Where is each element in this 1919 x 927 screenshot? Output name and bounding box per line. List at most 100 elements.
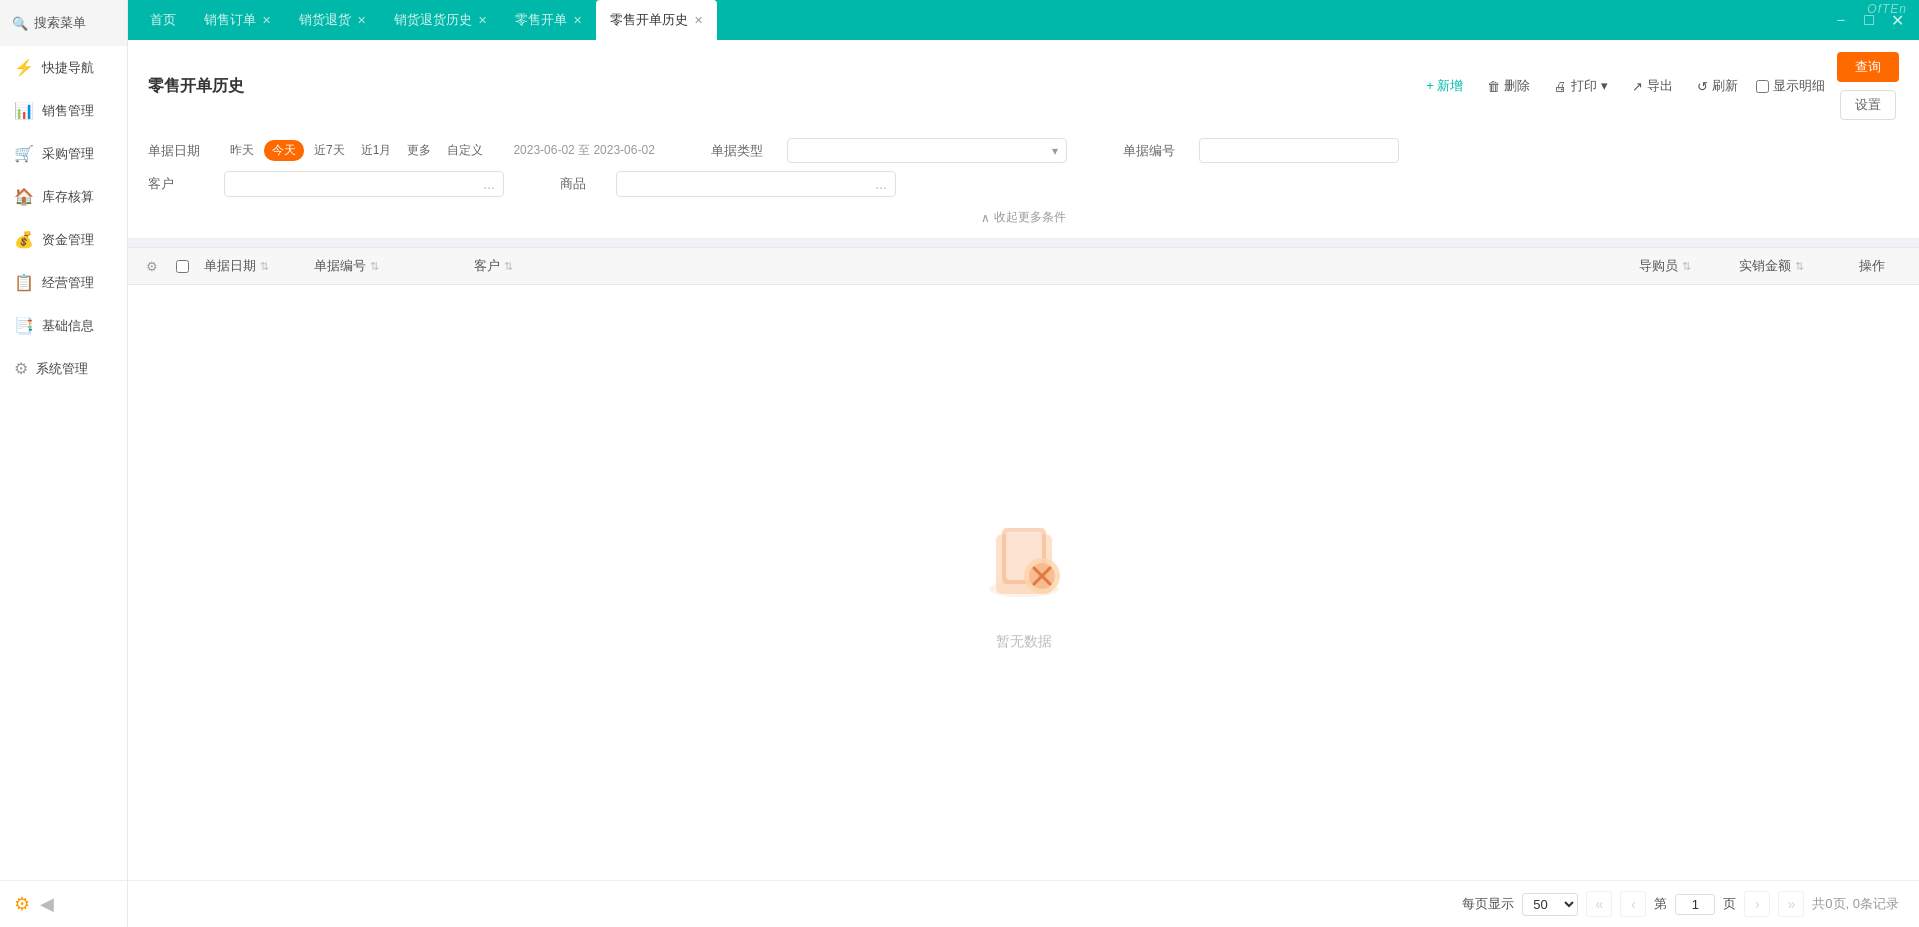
show-detail-checkbox[interactable]: 显示明细 — [1756, 77, 1825, 95]
tab-sales-return-history-close[interactable]: ✕ — [478, 14, 487, 27]
sidebar-item-label: 基础信息 — [42, 317, 94, 335]
tab-sales-return-close[interactable]: ✕ — [357, 14, 366, 27]
search-icon: 🔍 — [12, 16, 28, 31]
sidebar: 🔍 搜索菜单 ⚡ 快捷导航 📊 销售管理 🛒 采购管理 🏠 库存核算 💰 资金管… — [0, 0, 128, 927]
setting-button[interactable]: 设置 — [1840, 90, 1896, 120]
sidebar-collapse-icon[interactable]: ◀ — [40, 893, 54, 915]
refresh-icon: ↺ — [1697, 79, 1708, 94]
next-page-button[interactable]: › — [1744, 891, 1770, 917]
finance-icon: 💰 — [14, 230, 34, 249]
first-page-button[interactable]: « — [1586, 891, 1612, 917]
th-customer-sort-icon: ⇅ — [504, 260, 513, 273]
sidebar-item-sys-mgmt[interactable]: ⚙ 系统管理 — [0, 347, 127, 390]
customer-dots-button[interactable]: ... — [483, 176, 495, 192]
doc-no-field[interactable] — [1208, 143, 1390, 158]
query-button[interactable]: 查询 — [1837, 52, 1899, 82]
sidebar-item-purchase-mgmt[interactable]: 🛒 采购管理 — [0, 132, 127, 175]
print-icon: 🖨 — [1554, 79, 1567, 94]
date-btn-7days[interactable]: 近7天 — [308, 140, 351, 161]
th-amount[interactable]: 实销金额 ⇅ — [1731, 257, 1851, 275]
current-page-input[interactable] — [1675, 894, 1715, 915]
doc-no-label: 单据编号 — [1123, 142, 1183, 160]
date-btn-1month[interactable]: 近1月 — [355, 140, 398, 161]
sidebar-item-finance[interactable]: 💰 资金管理 — [0, 218, 127, 261]
product-dots-button[interactable]: ... — [875, 176, 887, 192]
th-salesman[interactable]: 导购员 ⇅ — [1631, 257, 1731, 275]
prev-page-button[interactable]: ‹ — [1620, 891, 1646, 917]
quick-nav-icon: ⚡ — [14, 58, 34, 77]
show-detail-label: 显示明细 — [1773, 77, 1825, 95]
product-input[interactable]: ... — [616, 171, 896, 197]
tab-sales-order-close[interactable]: ✕ — [262, 14, 271, 27]
show-detail-input[interactable] — [1756, 80, 1769, 93]
date-btn-yesterday[interactable]: 昨天 — [224, 140, 260, 161]
sys-mgmt-icon: ⚙ — [14, 359, 28, 378]
th-date-label: 单据日期 — [204, 257, 256, 275]
brand-label: OfTEn — [1867, 2, 1907, 16]
refresh-button[interactable]: ↺ 刷新 — [1691, 73, 1744, 99]
tab-retail-history-label: 零售开单历史 — [610, 11, 688, 29]
tab-sales-return[interactable]: 销货退货 ✕ — [285, 0, 380, 40]
sidebar-item-sales-mgmt[interactable]: 📊 销售管理 — [0, 89, 127, 132]
sidebar-item-quick-nav[interactable]: ⚡ 快捷导航 — [0, 46, 127, 89]
customer-input[interactable]: ... — [224, 171, 504, 197]
th-date[interactable]: 单据日期 ⇅ — [196, 257, 306, 275]
customer-field[interactable] — [233, 177, 483, 192]
tab-sales-order-label: 销售订单 — [204, 11, 256, 29]
table-checkbox-all[interactable] — [168, 260, 196, 273]
export-icon: ↗ — [1632, 79, 1643, 94]
minimize-button[interactable]: － — [1831, 10, 1851, 30]
th-salesman-sort-icon: ⇅ — [1682, 260, 1691, 273]
sidebar-item-business[interactable]: 📋 经营管理 — [0, 261, 127, 304]
total-info: 共0页, 0条记录 — [1812, 895, 1899, 913]
tab-retail-history[interactable]: 零售开单历史 ✕ — [596, 0, 717, 40]
tab-retail-open[interactable]: 零售开单 ✕ — [501, 0, 596, 40]
last-page-button[interactable]: » — [1778, 891, 1804, 917]
add-button[interactable]: + 新增 — [1420, 73, 1469, 99]
top-nav: 首页 销售订单 ✕ 销货退货 ✕ 销货退货历史 ✕ 零售开单 ✕ 零售开单历史 … — [128, 0, 1919, 40]
tab-retail-history-close[interactable]: ✕ — [694, 14, 703, 27]
date-range-text: 2023-06-02 至 2023-06-02 — [513, 142, 654, 159]
product-label: 商品 — [560, 175, 600, 193]
product-field[interactable] — [625, 177, 875, 192]
th-op: 操作 — [1851, 257, 1911, 275]
tab-sales-order[interactable]: 销售订单 ✕ — [190, 0, 285, 40]
main-area: 首页 销售订单 ✕ 销货退货 ✕ 销货退货历史 ✕ 零售开单 ✕ 零售开单历史 … — [128, 0, 1919, 927]
table-settings-icon[interactable]: ⚙ — [136, 259, 168, 274]
sidebar-item-label: 资金管理 — [42, 231, 94, 249]
doc-type-select[interactable]: ▾ — [787, 138, 1067, 163]
date-btn-custom[interactable]: 自定义 — [441, 140, 489, 161]
page-label: 页 — [1723, 895, 1736, 913]
tab-home[interactable]: 首页 — [136, 0, 190, 40]
collapse-bar[interactable]: ∧ 收起更多条件 — [148, 205, 1899, 232]
table-area: ⚙ 单据日期 ⇅ 单据编号 ⇅ 客户 ⇅ 导购员 ⇅ — [128, 247, 1919, 880]
select-all-checkbox[interactable] — [176, 260, 189, 273]
export-button[interactable]: ↗ 导出 — [1626, 73, 1679, 99]
sidebar-item-inventory[interactable]: 🏠 库存核算 — [0, 175, 127, 218]
th-no[interactable]: 单据编号 ⇅ — [306, 257, 466, 275]
th-op-label: 操作 — [1859, 257, 1885, 275]
tab-retail-open-label: 零售开单 — [515, 11, 567, 29]
customer-label: 客户 — [148, 175, 208, 193]
per-page-select[interactable]: 10 20 50 100 — [1522, 893, 1578, 916]
th-salesman-label: 导购员 — [1639, 257, 1678, 275]
th-customer-label: 客户 — [474, 257, 500, 275]
doc-no-input[interactable] — [1199, 138, 1399, 163]
th-customer[interactable]: 客户 ⇅ — [466, 257, 1631, 275]
delete-button[interactable]: 🗑 🗑 删除 删除 — [1481, 73, 1536, 99]
tab-home-label: 首页 — [150, 11, 176, 29]
sidebar-item-base-info[interactable]: 📑 基础信息 — [0, 304, 127, 347]
sidebar-settings-icon[interactable]: ⚙ — [14, 893, 30, 915]
date-btn-today[interactable]: 今天 — [264, 140, 304, 161]
doc-type-placeholder — [796, 143, 1052, 158]
delete-icon: 🗑 — [1487, 79, 1500, 94]
per-page-label: 每页显示 — [1462, 895, 1514, 913]
pagination: 每页显示 10 20 50 100 « ‹ 第 页 › » 共0页, 0条记录 — [128, 880, 1919, 927]
print-button[interactable]: 🖨 打印 ▾ — [1548, 73, 1614, 99]
sidebar-search[interactable]: 🔍 搜索菜单 — [0, 0, 127, 46]
date-btn-more[interactable]: 更多 — [401, 140, 437, 161]
tab-retail-open-close[interactable]: ✕ — [573, 14, 582, 27]
tab-sales-return-history[interactable]: 销货退货历史 ✕ — [380, 0, 501, 40]
tab-sales-return-label: 销货退货 — [299, 11, 351, 29]
business-icon: 📋 — [14, 273, 34, 292]
